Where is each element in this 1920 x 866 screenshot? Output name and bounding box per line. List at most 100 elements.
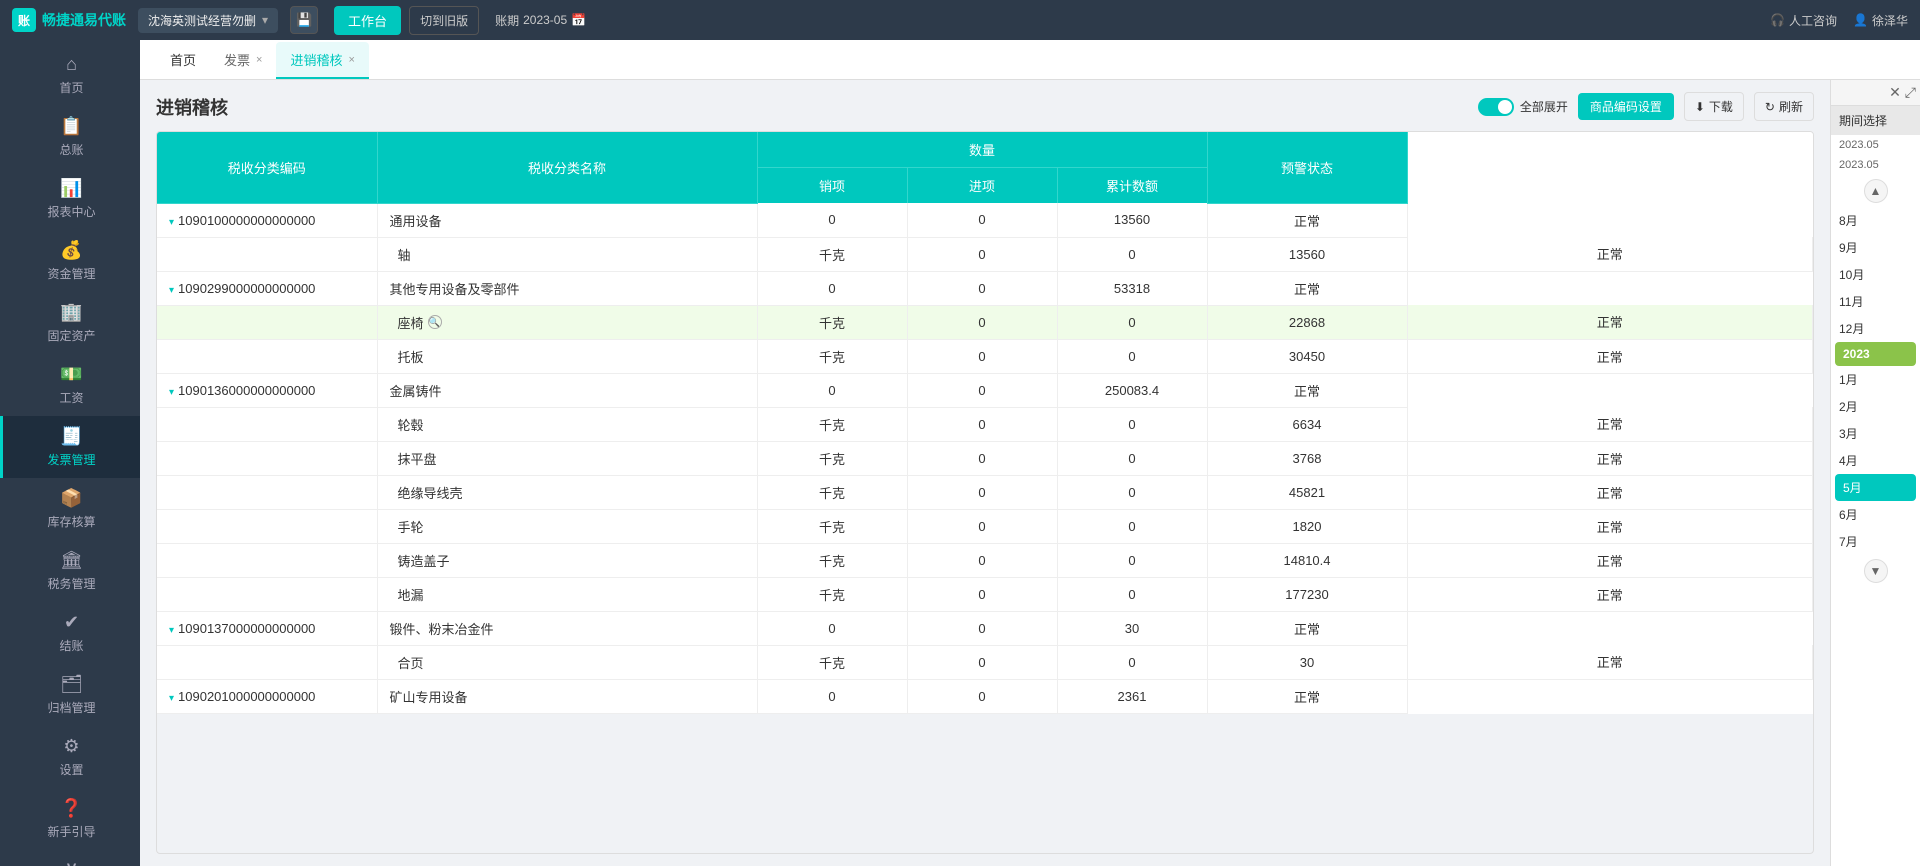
- cell-status: 正常: [1407, 407, 1813, 441]
- right-panel: ✕ ⤢ 期间选择 2023.052023.05▲8月9月10月11月12月202…: [1830, 80, 1920, 866]
- cell-tax-name: 合页: [377, 645, 757, 679]
- period-item[interactable]: 7月: [1831, 528, 1920, 555]
- tab-reconcile[interactable]: 进销稽核 ×: [276, 42, 368, 79]
- cell-unit: 千克: [757, 509, 907, 543]
- refresh-button[interactable]: ↻ 刷新: [1754, 92, 1814, 121]
- cell-tax-code: [157, 577, 377, 611]
- cell-tax-code: ▾1090299000000000000: [157, 271, 377, 305]
- period-item[interactable]: 4月: [1831, 447, 1920, 474]
- period-item[interactable]: 5月: [1835, 474, 1916, 501]
- scroll-down-button[interactable]: ▼: [1864, 559, 1888, 583]
- user-profile[interactable]: 👤 徐泽华: [1853, 12, 1908, 29]
- sidebar-item-ledger[interactable]: 📋 总账: [0, 106, 140, 168]
- sidebar-item-guide[interactable]: ❓ 新手引导: [0, 788, 140, 850]
- expand-icon[interactable]: ▾: [169, 387, 174, 398]
- sidebar-item-label: 设置: [59, 761, 83, 778]
- period-item[interactable]: 2023.05: [1831, 155, 1920, 175]
- period-item[interactable]: 6月: [1831, 501, 1920, 528]
- page-title: 进销稽核: [156, 94, 228, 120]
- expand-toggle-switch[interactable]: [1478, 98, 1514, 116]
- cell-tax-code: [157, 339, 377, 373]
- sidebar-item-tax[interactable]: 🏛 税务管理: [0, 540, 140, 602]
- search-icon[interactable]: 🔍: [428, 315, 442, 329]
- chart-icon: 📊: [60, 178, 82, 199]
- table-row: ▾1090299000000000000 其他专用设备及零部件 0 0 5331…: [157, 271, 1813, 305]
- table-row: 绝缘导线壳 千克 0 0 45821 正常: [157, 475, 1813, 509]
- page-main: 进销稽核 全部展开 商品编码设置 ⬇ 下载 ↻ 刷新: [140, 80, 1830, 866]
- panel-close-icon[interactable]: ✕: [1889, 84, 1901, 101]
- cell-status: 正常: [1407, 577, 1813, 611]
- expand-icon[interactable]: ▾: [169, 625, 174, 636]
- period-item[interactable]: 9月: [1831, 234, 1920, 261]
- cell-sales: 0: [907, 509, 1057, 543]
- tab-reconcile-close[interactable]: ×: [348, 54, 354, 66]
- cell-sales: 0: [757, 373, 907, 407]
- product-code-button[interactable]: 商品编码设置: [1578, 93, 1674, 120]
- cell-tax-code: [157, 237, 377, 271]
- period-item[interactable]: 1月: [1831, 366, 1920, 393]
- close-books-icon: ✔: [64, 612, 79, 633]
- expand-icon[interactable]: ▾: [169, 693, 174, 704]
- sidebar-item-label: 资金管理: [47, 265, 95, 282]
- cell-status: 正常: [1407, 237, 1813, 271]
- sidebar-item-archive[interactable]: 🗂 归档管理: [0, 664, 140, 726]
- sidebar-item-payroll[interactable]: 💵 工资: [0, 354, 140, 416]
- app-logo: 账 畅捷通易代账: [12, 8, 126, 32]
- inventory-icon: 📦: [60, 488, 82, 509]
- period-item[interactable]: 2023.05: [1831, 135, 1920, 155]
- calendar-icon[interactable]: 📅: [571, 13, 586, 27]
- sidebar-item-inventory[interactable]: 📦 库存核算: [0, 478, 140, 540]
- table-row: 轮毂 千克 0 0 6634 正常: [157, 407, 1813, 441]
- period-item[interactable]: 3月: [1831, 420, 1920, 447]
- cell-purchase: 0: [907, 679, 1057, 713]
- cell-unit: 千克: [757, 441, 907, 475]
- cell-status: 正常: [1407, 543, 1813, 577]
- sidebar-item-finance[interactable]: 💰 资金管理: [0, 230, 140, 292]
- sidebar-item-invoice[interactable]: 🧾 发票管理: [0, 416, 140, 478]
- cell-total: 2361: [1057, 679, 1207, 713]
- sidebar-item-home[interactable]: ⌂ 首页: [0, 44, 140, 106]
- refresh-icon: ↻: [1765, 100, 1775, 114]
- period-item[interactable]: 2月: [1831, 393, 1920, 420]
- tab-invoice[interactable]: 发票 ×: [210, 42, 276, 79]
- service-button[interactable]: 🎧 人工咨询: [1770, 12, 1837, 29]
- cell-sales: 0: [907, 237, 1057, 271]
- chevron-down-icon: ▾: [262, 13, 268, 27]
- scroll-up-button[interactable]: ▲: [1864, 179, 1888, 203]
- cell-total: 13560: [1207, 237, 1407, 271]
- period-item[interactable]: 10月: [1831, 261, 1920, 288]
- cell-sales: 0: [907, 407, 1057, 441]
- period-item[interactable]: 8月: [1831, 207, 1920, 234]
- download-button[interactable]: ⬇ 下载: [1684, 92, 1744, 121]
- company-selector[interactable]: 沈海英测试经营勿删 ▾: [138, 8, 278, 33]
- cell-sales: 0: [907, 441, 1057, 475]
- tab-invoice-close[interactable]: ×: [256, 54, 262, 66]
- sidebar-item-label: 报表中心: [47, 203, 95, 220]
- table-row: ▾1090137000000000000 锻件、粉末冶金件 0 0 30 正常: [157, 611, 1813, 645]
- page-content: 进销稽核 全部展开 商品编码设置 ⬇ 下载 ↻ 刷新: [140, 80, 1920, 866]
- expand-icon[interactable]: ▾: [169, 217, 174, 228]
- sidebar-item-member[interactable]: V 畅会员: [0, 850, 140, 866]
- panel-expand-icon[interactable]: ⤢: [1905, 84, 1916, 101]
- period-item[interactable]: 12月: [1831, 315, 1920, 342]
- sidebar-item-close[interactable]: ✔ 结账: [0, 602, 140, 664]
- cell-tax-code: [157, 305, 377, 339]
- cell-total: 6634: [1207, 407, 1407, 441]
- cell-unit: 千克: [757, 339, 907, 373]
- member-icon: V: [67, 860, 76, 866]
- sidebar-item-assets[interactable]: 🏢 固定资产: [0, 292, 140, 354]
- tab-home[interactable]: 首页: [156, 42, 210, 79]
- period-item[interactable]: 11月: [1831, 288, 1920, 315]
- save-button[interactable]: 💾: [290, 6, 318, 34]
- expand-icon[interactable]: ▾: [169, 285, 174, 296]
- cell-status: 正常: [1207, 203, 1407, 237]
- sidebar-item-reports[interactable]: 📊 报表中心: [0, 168, 140, 230]
- workbench-button[interactable]: 工作台: [334, 6, 401, 35]
- sidebar-item-label: 发票管理: [47, 451, 95, 468]
- switch-version-button[interactable]: 切到旧版: [409, 6, 479, 35]
- archive-icon: 🗂: [60, 674, 83, 695]
- cell-total: 3768: [1207, 441, 1407, 475]
- table-row: 座椅 🔍 千克 0 0 22868 正常: [157, 305, 1813, 339]
- period-item[interactable]: 2023: [1835, 342, 1916, 366]
- sidebar-item-settings[interactable]: ⚙ 设置: [0, 726, 140, 788]
